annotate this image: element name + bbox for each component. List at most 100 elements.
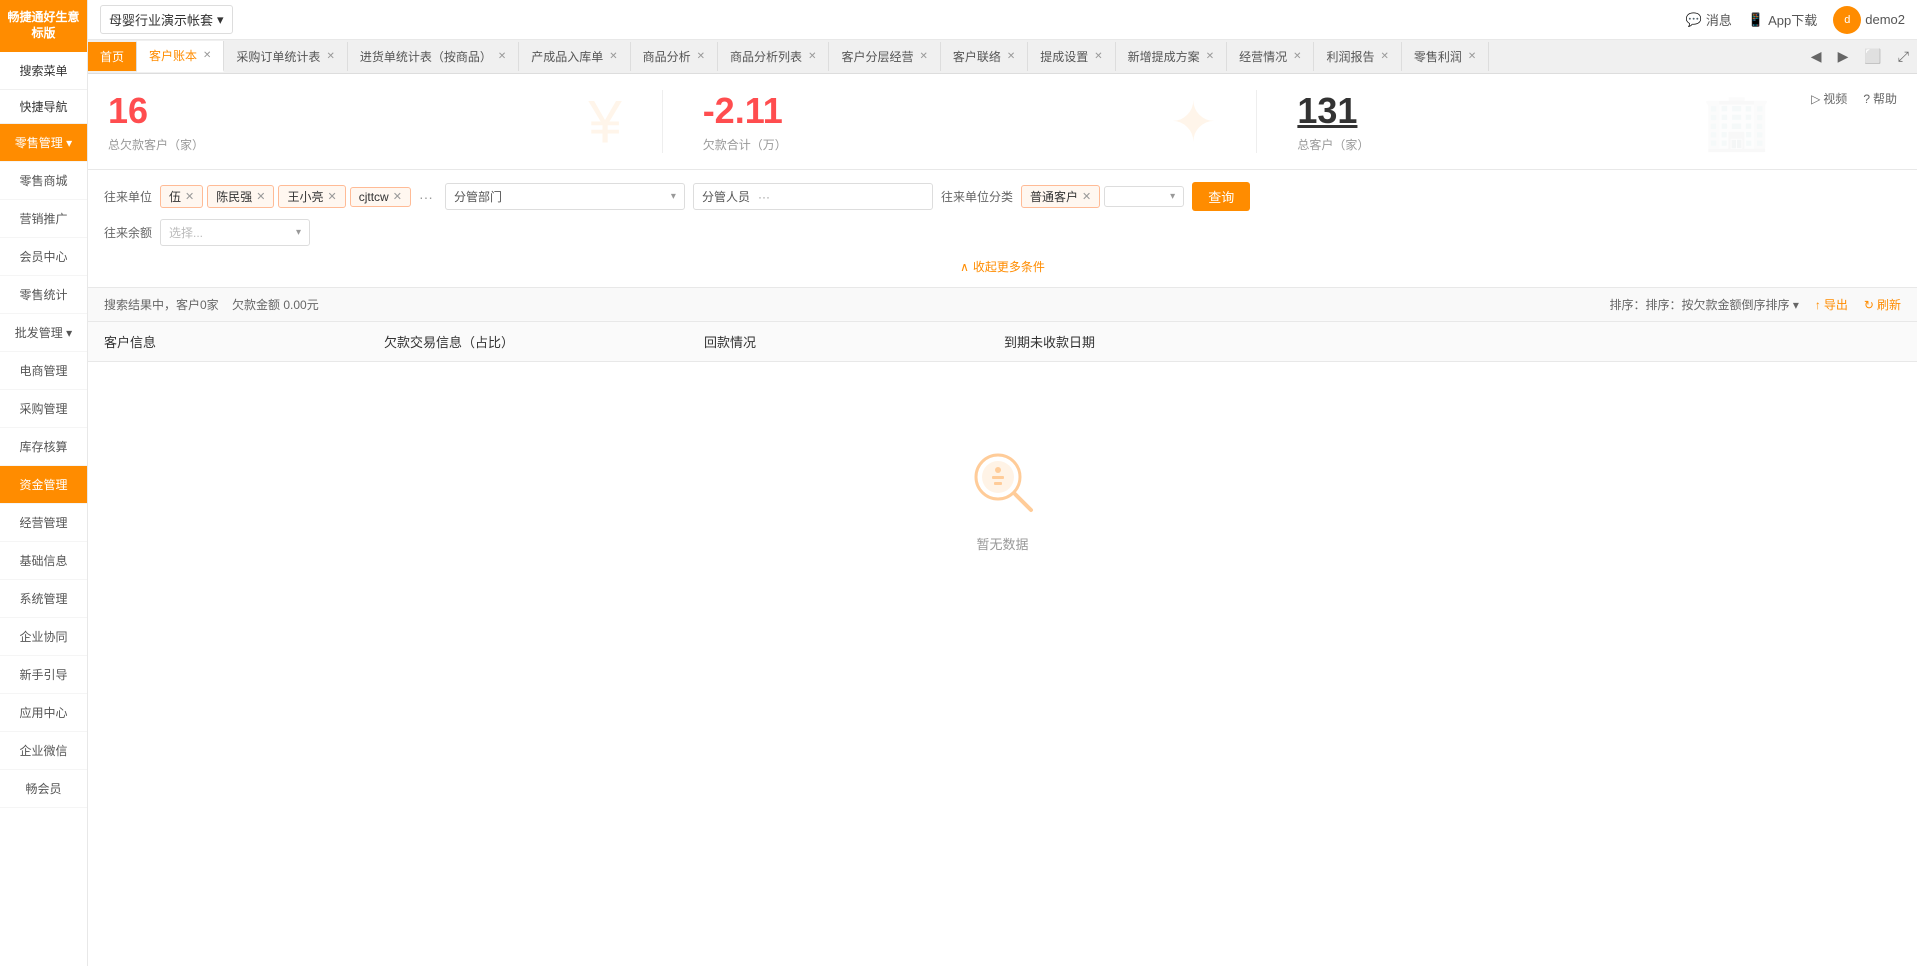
refresh-btn[interactable]: ↻ 刷新	[1864, 296, 1901, 313]
unit-tag-1[interactable]: 陈民强 ✕	[207, 185, 274, 208]
tab-product-analysis-list[interactable]: 商品分析列表 ✕	[718, 42, 829, 71]
tab-retail-profit[interactable]: 零售利润 ✕	[1402, 42, 1489, 71]
tab-close-icon[interactable]: ✕	[1293, 51, 1301, 62]
sidebar-item-member[interactable]: 会员中心	[0, 238, 87, 276]
sidebar: 畅捷通好生意 标版 搜索菜单 快捷导航 零售管理 ▾ 零售商城 营销推广 会员中…	[0, 0, 88, 966]
empty-text: 暂无数据	[976, 534, 1028, 553]
sidebar-item-wholesale[interactable]: 批发管理 ▾	[0, 314, 87, 352]
chevron-right-icon: ▾	[66, 326, 72, 340]
unit-tag-3[interactable]: cjttcw ✕	[350, 187, 411, 207]
tab-next-btn[interactable]: ▶	[1830, 44, 1857, 69]
sidebar-item-app-center[interactable]: 应用中心	[0, 694, 87, 732]
dept-filter[interactable]: 分管部门 ▾	[445, 183, 685, 210]
more-tags-btn[interactable]: ···	[415, 189, 437, 205]
empty-icon	[963, 442, 1043, 522]
export-btn[interactable]: ↑ 导出	[1815, 296, 1848, 313]
tab-customer-account[interactable]: 客户账本 ✕	[137, 41, 224, 72]
col-repayment: 回款情况	[704, 332, 1004, 351]
sidebar-item-basic-info[interactable]: 基础信息	[0, 542, 87, 580]
query-button[interactable]: 查询	[1192, 182, 1250, 211]
tab-close-icon[interactable]: ✕	[498, 51, 506, 62]
tab-fullscreen-btn[interactable]: ⤢	[1890, 44, 1917, 69]
sidebar-item-marketing[interactable]: 营销推广	[0, 200, 87, 238]
collapse-container: ∧ 收起更多条件	[104, 254, 1901, 275]
tab-expand-btn[interactable]: ⬜	[1856, 44, 1889, 69]
sidebar-item-inventory[interactable]: 库存核算	[0, 428, 87, 466]
tab-close-icon[interactable]: ✕	[1094, 51, 1102, 62]
message-btn[interactable]: 💬 消息	[1686, 10, 1732, 29]
sidebar-item-retail-shop[interactable]: 零售商城	[0, 162, 87, 200]
sidebar-item-finance[interactable]: 资金管理	[0, 466, 87, 504]
filter-area: 往来单位 伍 ✕ 陈民强 ✕ 王小亮 ✕ cjttcw	[88, 170, 1917, 288]
tab-close-icon[interactable]: ✕	[808, 51, 816, 62]
sidebar-item-purchase[interactable]: 采购管理	[0, 390, 87, 428]
collapse-btn[interactable]: ∧ 收起更多条件	[960, 258, 1045, 275]
sidebar-item-quick-nav[interactable]: 快捷导航	[0, 90, 87, 124]
sidebar-item-system[interactable]: 系统管理	[0, 580, 87, 618]
person-filter[interactable]: 分管人员 ···	[693, 183, 933, 210]
tab-close-icon[interactable]: ✕	[203, 50, 211, 61]
sidebar-item-retail-mgmt[interactable]: 零售管理 ▾	[0, 124, 87, 162]
tag-close-icon[interactable]: ✕	[393, 190, 402, 203]
tab-inbound-stats[interactable]: 进货单统计表（按商品） ✕	[348, 42, 519, 71]
stat-bg-icon3: 🏢	[1703, 89, 1771, 154]
tabbar-nav: ◀ ▶ ⬜ ⤢	[1803, 44, 1917, 69]
topbar-right: 💬 消息 📱 App下载 d demo2	[1686, 6, 1905, 34]
help-btn[interactable]: ? 帮助	[1863, 90, 1897, 107]
tab-close-icon[interactable]: ✕	[919, 51, 927, 62]
sidebar-item-new-guide[interactable]: 新手引导	[0, 656, 87, 694]
unit-type-tag-0[interactable]: 普通客户 ✕	[1021, 185, 1100, 208]
stat-overdue-amount: ✦ -2.11 欠款合计（万）	[662, 90, 1258, 153]
user-avatar[interactable]: d demo2	[1833, 6, 1905, 34]
tab-operations[interactable]: 经营情况 ✕	[1227, 42, 1314, 71]
account-selector[interactable]: 母婴行业演示帐套 ▾	[100, 5, 233, 34]
tag-close-icon[interactable]: ✕	[256, 190, 265, 203]
tag-close-icon[interactable]: ✕	[185, 190, 194, 203]
sidebar-item-member2[interactable]: 畅会员	[0, 770, 87, 808]
sidebar-item-enterprise[interactable]: 企业协同	[0, 618, 87, 656]
tab-purchase-order[interactable]: 采购订单统计表 ✕	[224, 42, 347, 71]
filter-row-1: 往来单位 伍 ✕ 陈民强 ✕ 王小亮 ✕ cjttcw	[104, 182, 1901, 211]
sidebar-logo: 畅捷通好生意 标版	[0, 0, 87, 52]
tab-close-icon[interactable]: ✕	[1206, 51, 1214, 62]
table-header: 客户信息 欠款交易信息（占比） 回款情况 到期未收款日期	[88, 322, 1917, 362]
app-download-btn[interactable]: 📱 App下载	[1748, 10, 1817, 29]
stats-bar: ¥ 16 总欠款客户（家） ✦ -2.11 欠款合计（万） 🏢 131 总客户（…	[88, 74, 1917, 170]
tag-close-icon[interactable]: ✕	[328, 190, 337, 203]
unit-tag-0[interactable]: 伍 ✕	[160, 185, 203, 208]
balance-filter[interactable]: 选择... ▾	[160, 219, 310, 246]
chevron-down-icon: ▾	[671, 191, 676, 202]
tab-add-commission[interactable]: 新增提成方案 ✕	[1116, 42, 1227, 71]
stat-bg-icon: ¥	[588, 87, 621, 156]
sidebar-item-wechat[interactable]: 企业微信	[0, 732, 87, 770]
tab-commission-setting[interactable]: 提成设置 ✕	[1028, 42, 1115, 71]
unit-tags-container: 伍 ✕ 陈民强 ✕ 王小亮 ✕ cjttcw ✕ ···	[160, 185, 437, 208]
tab-home[interactable]: 首页	[88, 42, 137, 71]
tab-product-analysis[interactable]: 商品分析 ✕	[631, 42, 718, 71]
sidebar-item-retail-stats[interactable]: 零售统计	[0, 276, 87, 314]
tab-customer-layer[interactable]: 客户分层经营 ✕	[829, 42, 940, 71]
tab-profit-report[interactable]: 利润报告 ✕	[1314, 42, 1401, 71]
unit-type-select[interactable]: ▾	[1104, 186, 1184, 207]
video-help-btn[interactable]: ▷ 视频	[1811, 90, 1847, 107]
sort-down-icon: ▾	[1793, 298, 1799, 312]
tab-production-inbound[interactable]: 产成品入库单 ✕	[519, 42, 630, 71]
tab-customer-contact[interactable]: 客户联络 ✕	[941, 42, 1028, 71]
sidebar-item-ecommerce[interactable]: 电商管理	[0, 352, 87, 390]
unit-tag-2[interactable]: 王小亮 ✕	[278, 185, 345, 208]
tab-close-icon[interactable]: ✕	[326, 51, 334, 62]
dots-icon[interactable]: ···	[754, 190, 774, 204]
download-icon: 📱	[1748, 12, 1764, 28]
sort-label[interactable]: 排序：排序：按欠款金额倒序排序 ▾	[1610, 296, 1799, 313]
tag-close-icon[interactable]: ✕	[1082, 190, 1091, 203]
search-result-actions: 排序：排序：按欠款金额倒序排序 ▾ ↑ 导出 ↻ 刷新	[1610, 296, 1902, 313]
sidebar-item-search[interactable]: 搜索菜单	[0, 52, 87, 90]
tab-close-icon[interactable]: ✕	[1381, 51, 1389, 62]
tab-close-icon[interactable]: ✕	[1468, 51, 1476, 62]
tab-close-icon[interactable]: ✕	[697, 51, 705, 62]
tab-close-icon[interactable]: ✕	[609, 51, 617, 62]
tab-prev-btn[interactable]: ◀	[1803, 44, 1830, 69]
sidebar-item-operations[interactable]: 经营管理	[0, 504, 87, 542]
tab-close-icon[interactable]: ✕	[1007, 51, 1015, 62]
message-icon: 💬	[1686, 12, 1702, 28]
